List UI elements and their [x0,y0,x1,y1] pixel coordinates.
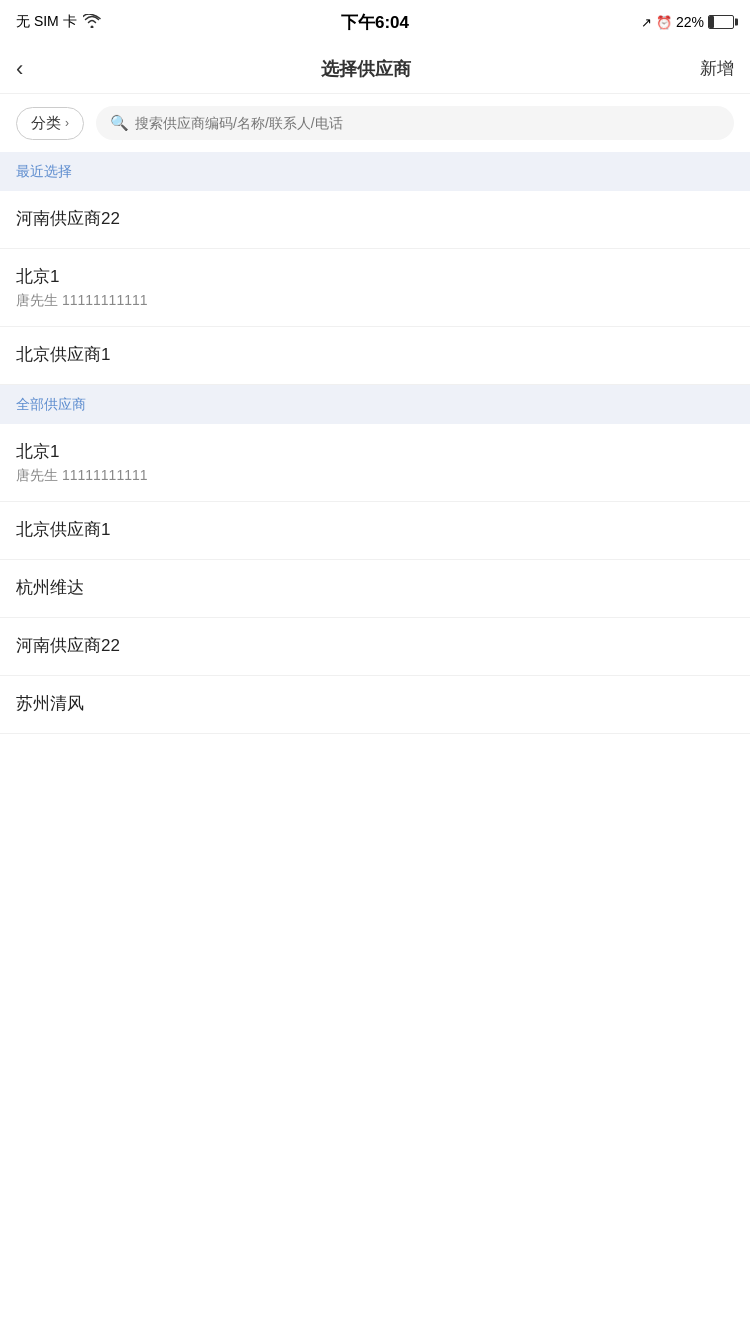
supplier-item[interactable]: 北京供应商1 [0,502,750,560]
supplier-name: 北京供应商1 [16,343,734,366]
new-supplier-button[interactable]: 新增 [700,57,734,80]
supplier-name: 北京1 [16,265,734,288]
chevron-right-icon: › [65,116,69,130]
battery-icon [708,15,734,29]
section-header-label-recent: 最近选择 [16,163,72,179]
section-header-recent: 最近选择 [0,152,750,191]
supplier-contact: 唐先生 11111111111 [16,292,734,310]
category-label: 分类 [31,114,61,133]
page-title: 选择供应商 [321,57,411,81]
search-icon: 🔍 [110,114,129,132]
filter-bar: 分类 › 🔍 [0,94,750,152]
supplier-name: 河南供应商22 [16,634,734,657]
supplier-name: 苏州清风 [16,692,734,715]
supplier-item[interactable]: 河南供应商22 [0,618,750,676]
status-left: 无 SIM 卡 [16,13,101,31]
section-header-all: 全部供应商 [0,385,750,424]
supplier-name: 北京供应商1 [16,518,734,541]
wifi-icon [83,14,101,31]
supplier-contact: 唐先生 11111111111 [16,467,734,485]
status-right: ↗ ⏰ 22% [641,14,734,30]
sim-status: 无 SIM 卡 [16,13,77,31]
supplier-item[interactable]: 北京供应商1 [0,327,750,385]
back-button[interactable]: ‹ [16,48,31,90]
battery-text: 22% [676,14,704,30]
supplier-item[interactable]: 北京1 唐先生 11111111111 [0,424,750,502]
supplier-item[interactable]: 杭州维达 [0,560,750,618]
alarm-icon: ⏰ [656,15,672,30]
search-input[interactable] [135,115,720,131]
location-icon: ↗ [641,15,652,30]
supplier-item[interactable]: 河南供应商22 [0,191,750,249]
search-box: 🔍 [96,106,734,140]
status-time: 下午6:04 [341,11,409,34]
supplier-item[interactable]: 北京1 唐先生 11111111111 [0,249,750,327]
status-bar: 无 SIM 卡 下午6:04 ↗ ⏰ 22% [0,0,750,44]
category-button[interactable]: 分类 › [16,107,84,140]
supplier-name: 河南供应商22 [16,207,734,230]
supplier-item[interactable]: 苏州清风 [0,676,750,734]
supplier-name: 北京1 [16,440,734,463]
supplier-list: 最近选择河南供应商22 北京1 唐先生 11111111111 北京供应商1 全部供应商… [0,152,750,734]
supplier-name: 杭州维达 [16,576,734,599]
nav-bar: ‹ 选择供应商 新增 [0,44,750,94]
section-header-label-all: 全部供应商 [16,396,86,412]
